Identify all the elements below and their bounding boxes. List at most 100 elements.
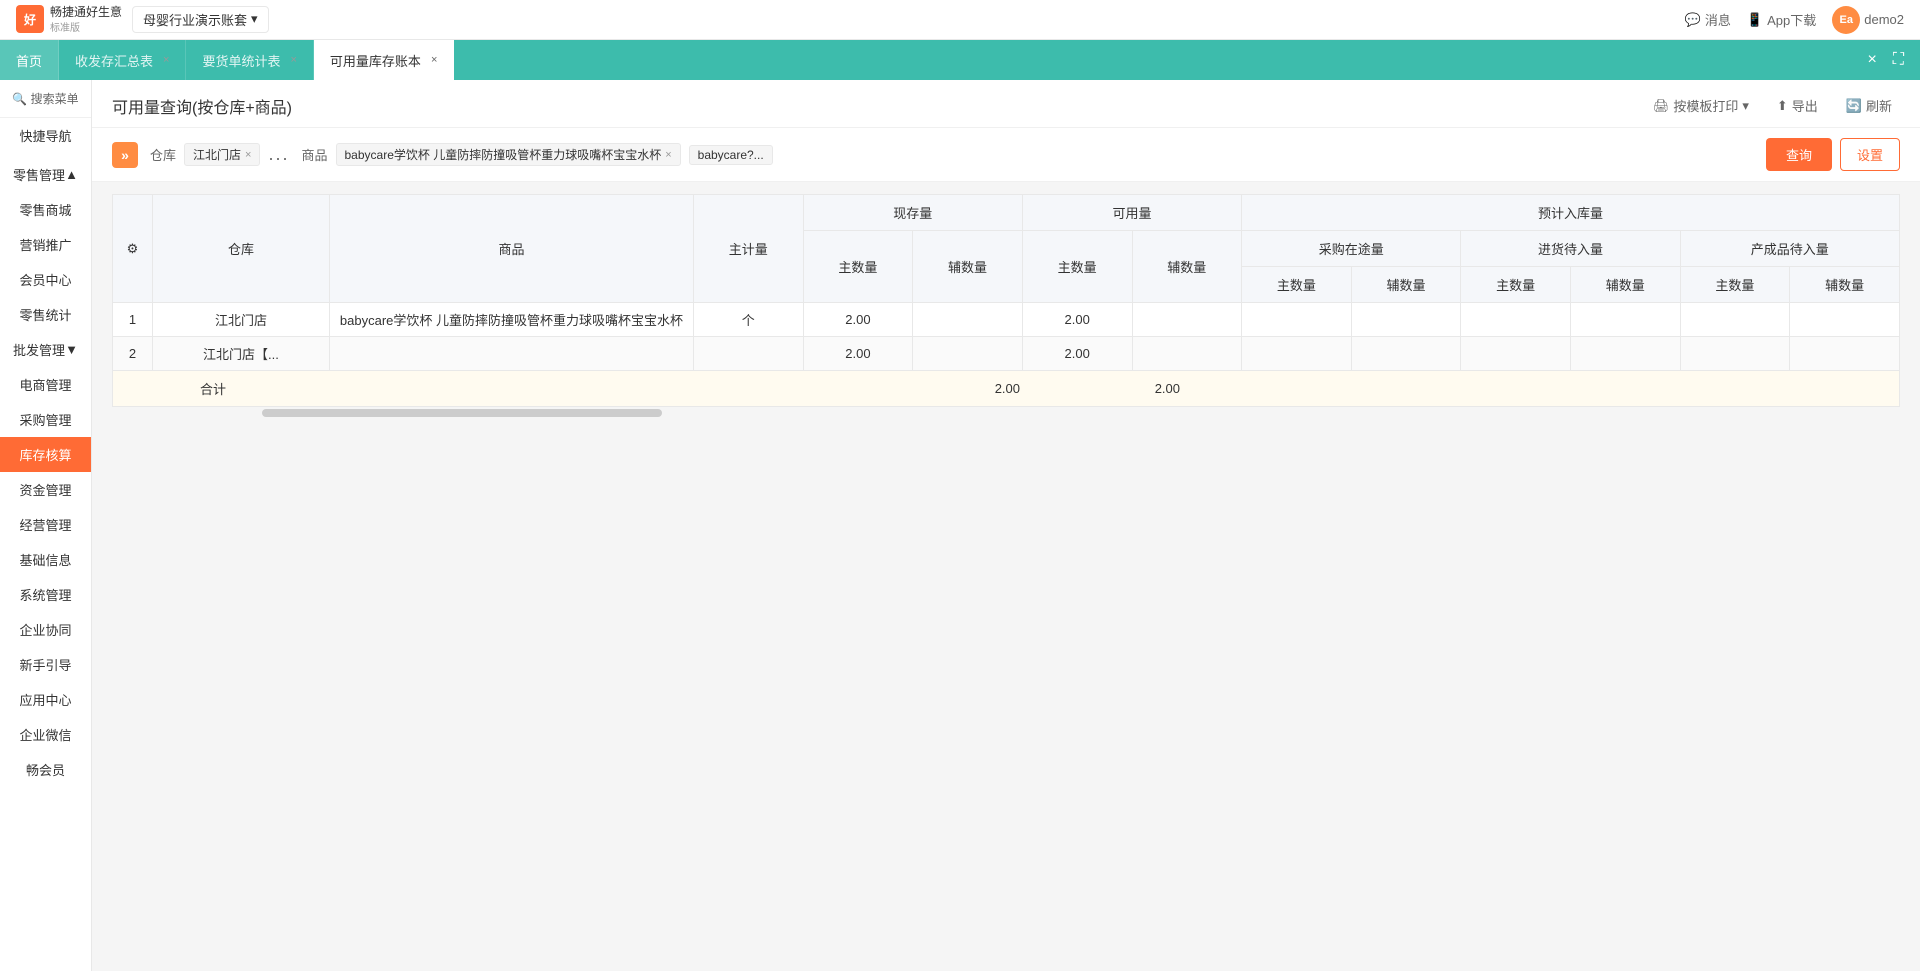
sidebar-item-retail-mgmt[interactable]: 零售管理 ▲ [0,157,91,192]
tab-receivable-close[interactable]: × [163,54,169,66]
window-expand-icon[interactable]: ⛶ [1893,51,1904,69]
print-label: 按模板打印 [1673,96,1738,115]
row1-pur-main [1242,303,1352,337]
message-btn[interactable]: 💬 消息 [1685,10,1731,29]
sidebar-item-retail-shop[interactable]: 零售商城 [0,192,91,227]
row2-avail-aux [1132,337,1242,371]
sidebar-item-member[interactable]: 会员中心 [0,262,91,297]
row2-pur-main [1242,337,1352,371]
filter-expand-btn[interactable]: » [112,142,138,168]
warehouse-tag-close[interactable]: × [245,149,251,161]
sidebar-item-retail-stats[interactable]: 零售统计 [0,297,91,332]
tab-receivable-label: 收发存汇总表 [75,51,153,70]
sidebar-search[interactable]: 🔍 搜索菜单 [0,80,91,118]
app-download-btn[interactable]: 📱 App下载 [1747,10,1816,29]
sidebar-item-finance[interactable]: 资金管理 [0,472,91,507]
row2-prod-main [1680,337,1790,371]
business-label: 经营管理 [19,515,71,534]
enterprise-label: 企业协同 [19,620,71,639]
row2-avail-main: 2.00 [1022,337,1132,371]
user-area[interactable]: Ea demo2 [1832,6,1904,34]
row2-no: 2 [113,337,153,371]
sidebar-item-marketing[interactable]: 营销推广 [0,227,91,262]
logo-area: 好 畅捷通好生意 标准版 [16,5,122,34]
sidebar-item-guide[interactable]: 新手引导 [0,647,91,682]
th-warehouse: 仓库 [153,195,330,303]
message-label: 消息 [1705,10,1731,29]
row2-in-aux [1571,337,1681,371]
footer-label: 合计 [163,379,263,398]
tab-inventory[interactable]: 可用量库存账本 × [314,40,454,80]
warehouse-tag-text: 江北门店 [193,146,241,163]
sidebar-item-quick-nav[interactable]: 快捷导航 [0,118,91,153]
sidebar-section: 零售管理 ▲ 零售商城 营销推广 会员中心 零售统计 批发管理 ▼ 电商管理 [0,153,91,791]
scroll-area[interactable] [112,407,1900,419]
settings-button[interactable]: 设置 [1840,138,1900,171]
warehouse-tag[interactable]: 江北门店 × [184,143,260,166]
app-icon: 📱 [1747,12,1763,28]
scroll-thumb[interactable] [262,409,662,417]
sidebar-quick-nav-label: 快捷导航 [19,126,71,145]
footer-stock-main: 2.00 [956,381,1036,396]
gear-icon[interactable]: ⚙ [127,241,139,256]
sidebar-item-inventory[interactable]: 库存核算 [0,437,91,472]
wholesale-label: 批发管理 [13,340,65,359]
vip-label: 畅会员 [26,760,65,779]
row2-unit [694,337,804,371]
dropdown-arrow-icon: ▾ [251,11,258,27]
query-button[interactable]: 查询 [1766,138,1832,171]
guide-label: 新手引导 [19,655,71,674]
tab-inventory-close[interactable]: × [431,54,437,66]
message-icon: 💬 [1685,12,1701,28]
sidebar-item-vip[interactable]: 畅会员 [0,752,91,787]
app-label: App下载 [1767,10,1816,29]
product-tag-1[interactable]: babycare学饮杯 儿童防摔防撞吸管杯重力球吸嘴杯宝宝水杯 × [336,143,681,166]
filter-area: » 仓库 江北门店 × ... 商品 babycare学饮杯 儿童防摔防撞吸管杯… [92,128,1920,182]
sidebar-item-app-center[interactable]: 应用中心 [0,682,91,717]
account-selector[interactable]: 母婴行业演示账套 ▾ [132,6,269,33]
footer-avail-main: 2.00 [1116,381,1196,396]
window-close-icon[interactable]: × [1867,51,1876,69]
row1-stock-main: 2.00 [803,303,913,337]
th-settings[interactable]: ⚙ [113,195,153,303]
print-arrow-icon: ▾ [1742,98,1749,114]
row2-product [329,337,693,371]
sidebar-item-enterprise[interactable]: 企业协同 [0,612,91,647]
system-label: 系统管理 [19,585,71,604]
sidebar-item-purchase[interactable]: 采购管理 [0,402,91,437]
table-row: 2 江北门店【... 2.00 2.00 [113,337,1900,371]
print-icon: 🖨 [1653,98,1670,114]
table-row: 1 江北门店 babycare学饮杯 儿童防摔防撞吸管杯重力球吸嘴杯宝宝水杯 个… [113,303,1900,337]
tab-inventory-label: 可用量库存账本 [330,51,421,70]
purchase-label: 采购管理 [19,410,71,429]
wholesale-arrow: ▼ [65,342,78,357]
row2-stock-main: 2.00 [803,337,913,371]
product-tag-2[interactable]: babycare?... [689,145,773,165]
sidebar-item-system[interactable]: 系统管理 [0,577,91,612]
sidebar-item-wholesale[interactable]: 批发管理 ▼ [0,332,91,367]
warehouse-more[interactable]: ... [268,144,289,165]
tab-order[interactable]: 要货单统计表 × [186,40,313,80]
row1-prod-main [1680,303,1790,337]
th-avail-aux: 辅数量 [1132,231,1242,303]
data-table: ⚙ 仓库 商品 主计量 现存量 可用量 预计入库量 主数量 辅数量 主数量 辅数… [112,194,1900,371]
tab-order-close[interactable]: × [290,54,296,66]
sidebar-item-ecommerce[interactable]: 电商管理 [0,367,91,402]
export-btn[interactable]: ⬆ 导出 [1769,92,1826,119]
product-tag-1-text: babycare学饮杯 儿童防摔防撞吸管杯重力球吸嘴杯宝宝水杯 [345,146,662,163]
sidebar-item-weixin[interactable]: 企业微信 [0,717,91,752]
sidebar-item-business[interactable]: 经营管理 [0,507,91,542]
top-bar: 好 畅捷通好生意 标准版 母婴行业演示账套 ▾ 💬 消息 📱 App下载 Ea … [0,0,1920,40]
avatar: Ea [1832,6,1860,34]
tab-receivable[interactable]: 收发存汇总表 × [59,40,186,80]
row1-no: 1 [113,303,153,337]
product-tag-2-text: babycare?... [698,148,764,162]
tab-home[interactable]: 首页 [0,40,59,80]
refresh-btn[interactable]: 🔄 刷新 [1838,92,1900,119]
sidebar-item-basic-info[interactable]: 基础信息 [0,542,91,577]
marketing-label: 营销推广 [19,235,71,254]
row2-in-main [1461,337,1571,371]
product-tag-1-close[interactable]: × [665,149,671,161]
print-btn[interactable]: 🖨 按模板打印 ▾ [1645,92,1757,119]
th-stock-aux: 辅数量 [913,231,1023,303]
